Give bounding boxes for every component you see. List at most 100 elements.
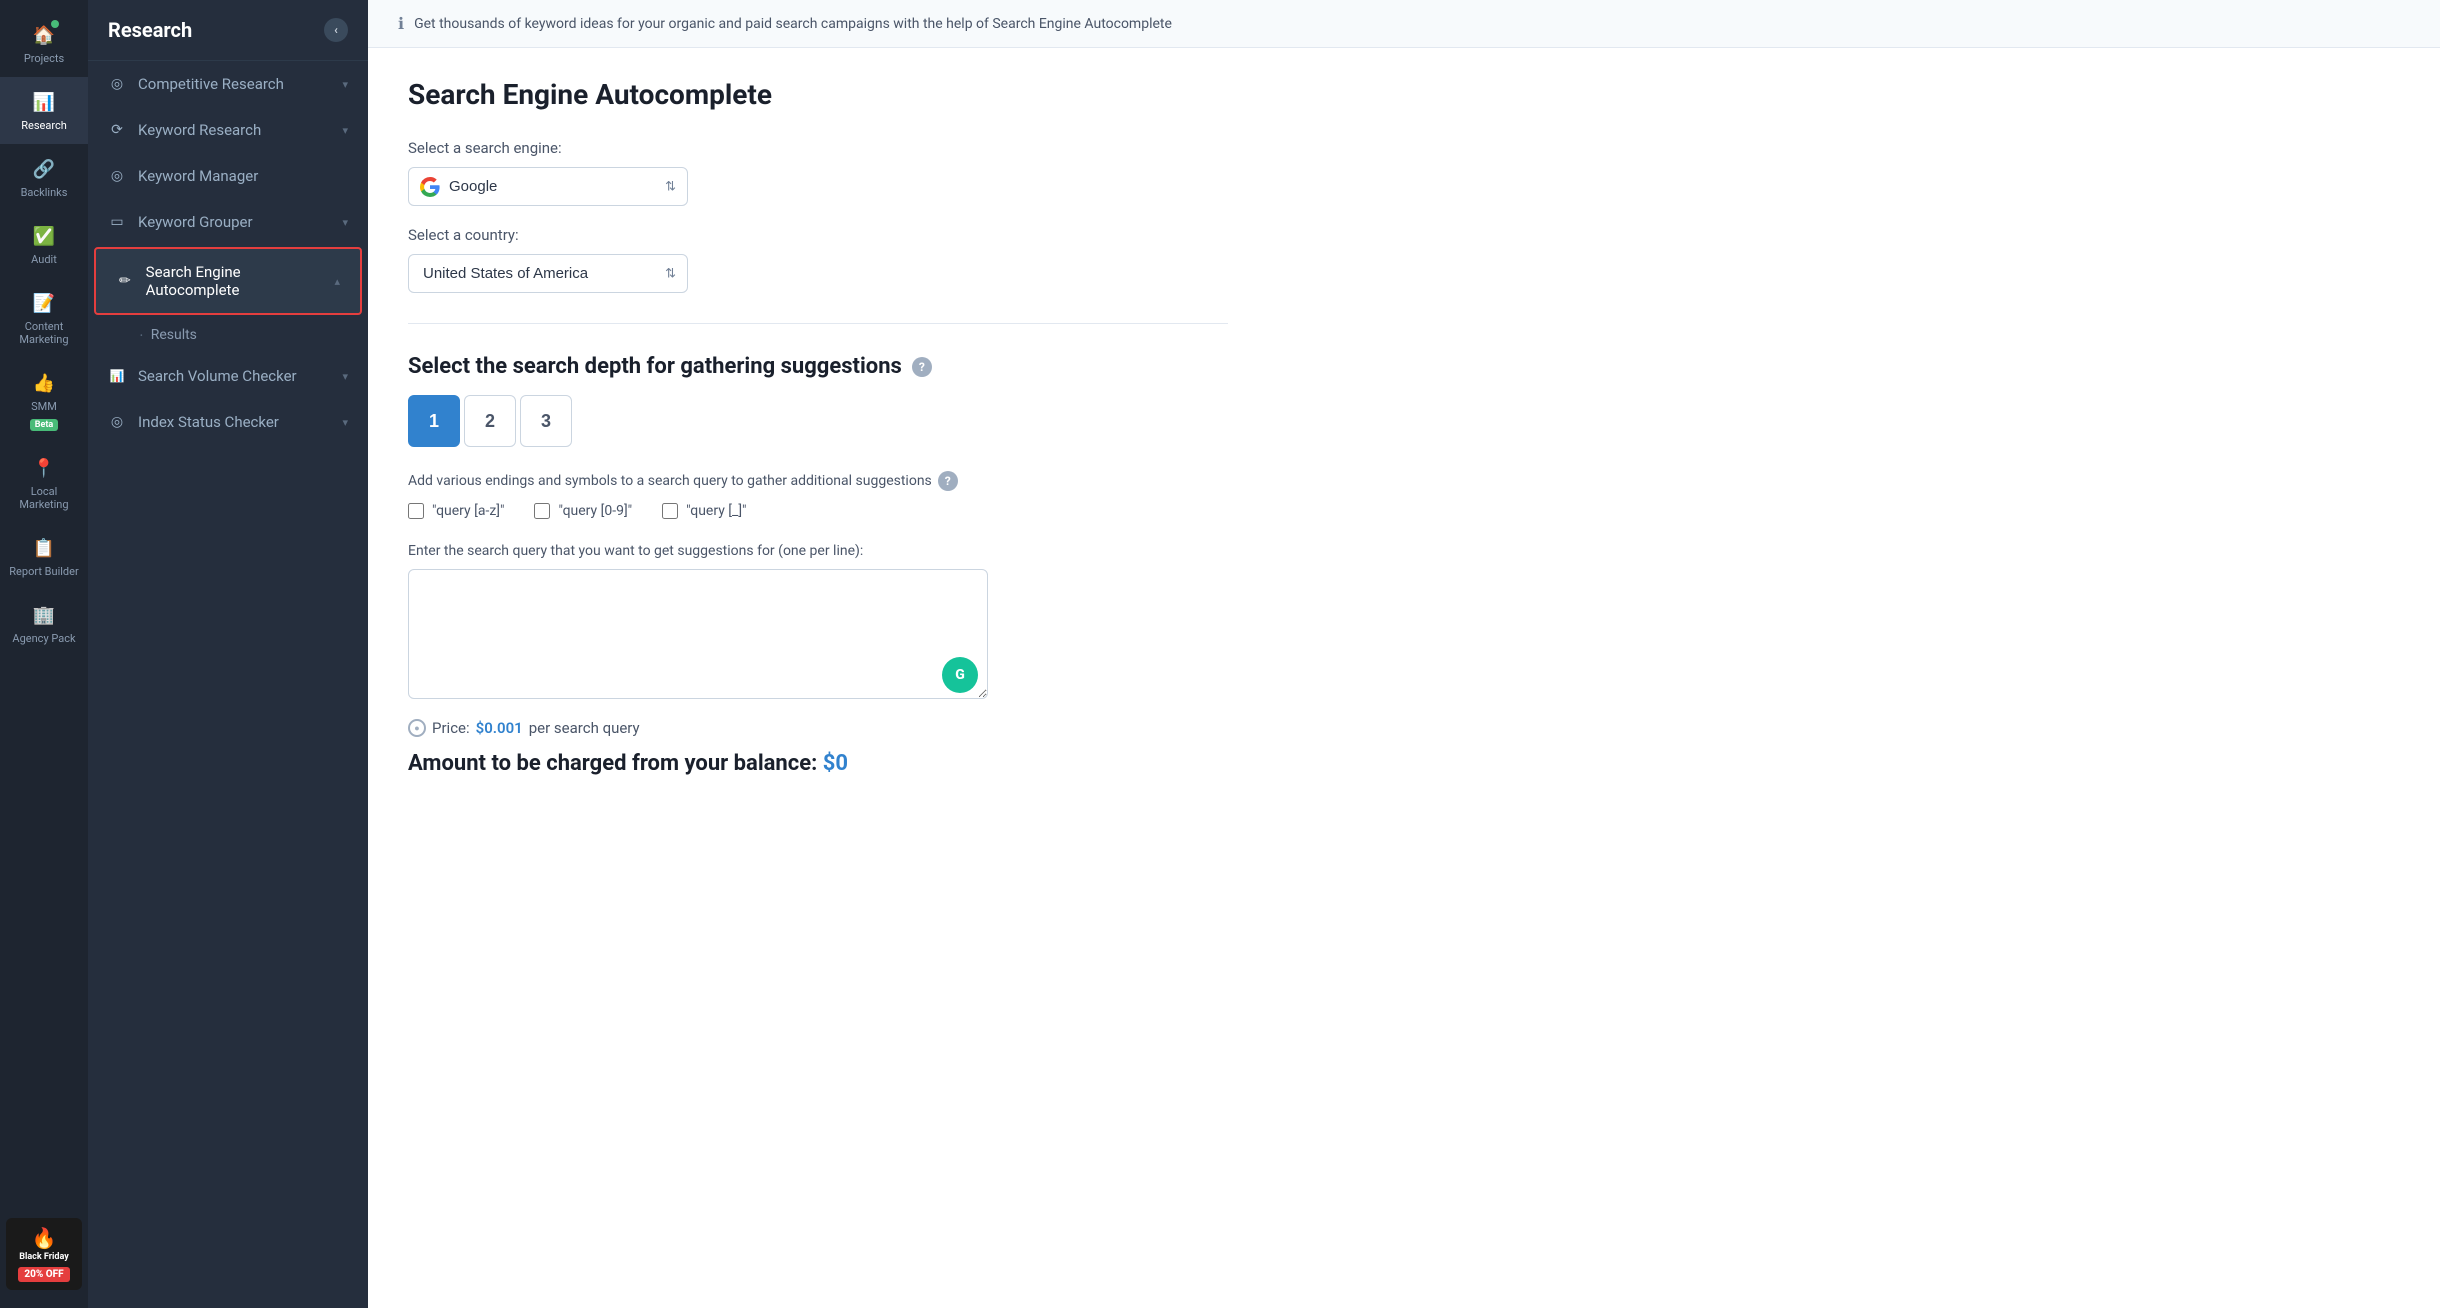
grammarly-icon[interactable]: G — [942, 657, 978, 693]
chevron-down-icon: ▾ — [342, 124, 348, 137]
sidebar-item-keyword-manager-label: Keyword Manager — [138, 167, 258, 185]
sidebar-item-search-engine[interactable]: ✏ Search Engine Autocomplete ▴ — [94, 247, 362, 315]
sidebar-item-content[interactable]: 📝 Content Marketing — [0, 278, 88, 358]
query-textarea[interactable] — [408, 569, 988, 699]
pencil-icon: ✏ — [116, 273, 134, 289]
query-textarea-wrapper: G — [408, 569, 988, 703]
sidebar-item-index-status[interactable]: ◎ Index Status Checker ▾ — [88, 399, 368, 445]
sidebar-item-search-engine-label: Search Engine Autocomplete — [146, 263, 335, 299]
sidebar-item-keyword-manager[interactable]: ◎ Keyword Manager — [88, 153, 368, 199]
sidebar-item-keyword[interactable]: ⟳ Keyword Research ▾ — [88, 107, 368, 153]
sidebar-item-agency-label: Agency Pack — [12, 632, 75, 645]
checkbox-az-input[interactable] — [408, 503, 424, 519]
sidebar-title: Research — [108, 18, 192, 42]
country-group: Select a country: United States of Ameri… — [408, 226, 1228, 293]
sidebar-item-agency[interactable]: 🏢 Agency Pack — [0, 590, 88, 657]
results-label: Results — [151, 327, 197, 343]
chart-icon: 📊 — [108, 369, 126, 383]
suggestions-help-icon[interactable]: ? — [938, 471, 958, 491]
depth-title-text: Select the search depth for gathering su… — [408, 354, 902, 379]
query-label: Enter the search query that you want to … — [408, 543, 1228, 559]
depth-title: Select the search depth for gathering su… — [408, 354, 1228, 379]
checkbox-blank-input[interactable] — [662, 503, 678, 519]
main-sidebar: Research ‹ ◎ Competitive Research ▾ ⟳ Ke… — [88, 0, 368, 1308]
sidebar-item-projects[interactable]: 🏠 Projects — [0, 10, 88, 77]
sidebar-item-report[interactable]: 📋 Report Builder — [0, 523, 88, 590]
search-engine-select[interactable]: Google Bing Yahoo — [408, 167, 688, 206]
sidebar-item-smm-label: SMM — [31, 400, 57, 413]
sidebar-item-audit[interactable]: ✅ Audit — [0, 211, 88, 278]
index-icon: ◎ — [108, 414, 126, 430]
checkbox-group: "query [a-z]" "query [0-9]" "query [_]" — [408, 503, 1228, 519]
search-engine-select-wrapper: Google Bing Yahoo — [408, 167, 688, 206]
search-engine-label: Select a search engine: — [408, 139, 1228, 157]
keyword-icon: ⟳ — [108, 122, 126, 138]
page-title: Search Engine Autocomplete — [408, 78, 1228, 111]
content-icon: 📝 — [33, 293, 55, 314]
sidebar-sub-item-results[interactable]: Results — [88, 317, 368, 353]
depth-section: Select the search depth for gathering su… — [408, 354, 1228, 447]
depth-button-1[interactable]: 1 — [408, 395, 460, 447]
amount-row: Amount to be charged from your balance: … — [408, 751, 1228, 776]
country-select-wrapper: United States of America United Kingdom … — [408, 254, 688, 293]
black-friday-text: Black Friday — [14, 1252, 74, 1262]
depth-button-3[interactable]: 3 — [520, 395, 572, 447]
price-value: $0.001 — [476, 719, 523, 737]
sidebar-item-backlinks[interactable]: 🔗 Backlinks — [0, 144, 88, 211]
sidebar-item-smm[interactable]: 👍 SMM Beta — [0, 358, 88, 443]
discount-badge: 20% OFF — [18, 1267, 69, 1282]
checkbox-az-label: "query [a-z]" — [432, 503, 504, 519]
sidebar-item-keyword-grouper-label: Keyword Grouper — [138, 213, 253, 231]
keyword-grouper-icon: ▭ — [108, 214, 126, 230]
report-icon: 📋 — [33, 538, 55, 559]
sidebar-header: Research ‹ — [88, 0, 368, 61]
chevron-down-icon: ▾ — [342, 78, 348, 91]
sidebar-item-research-label: Research — [21, 119, 67, 132]
beta-badge: Beta — [30, 419, 58, 431]
sidebar-item-content-label: Content Marketing — [5, 320, 83, 346]
price-suffix: per search query — [529, 719, 640, 737]
country-label: Select a country: — [408, 226, 1228, 244]
amount-label: Amount to be charged from your balance: — [408, 751, 817, 776]
chevron-down-icon: ▾ — [342, 370, 348, 383]
sidebar-item-keyword-grouper[interactable]: ▭ Keyword Grouper ▾ — [88, 199, 368, 245]
backlinks-icon: 🔗 — [33, 159, 55, 180]
sidebar-item-competitive-label: Competitive Research — [138, 75, 284, 93]
checkbox-blank[interactable]: "query [_]" — [662, 503, 746, 519]
amount-value: $0 — [823, 751, 848, 776]
info-bar: ℹ Get thousands of keyword ideas for you… — [368, 0, 2440, 48]
checkbox-az[interactable]: "query [a-z]" — [408, 503, 504, 519]
research-icon: 📊 — [33, 92, 55, 113]
sidebar-item-search-volume[interactable]: 📊 Search Volume Checker ▾ — [88, 353, 368, 399]
smm-icon: 👍 — [33, 373, 55, 394]
sidebar-item-competitive[interactable]: ◎ Competitive Research ▾ — [88, 61, 368, 107]
checkbox-09[interactable]: "query [0-9]" — [534, 503, 632, 519]
collapse-button[interactable]: ‹ — [324, 18, 348, 42]
black-friday-banner[interactable]: 🔥 Black Friday 20% OFF — [6, 1218, 82, 1290]
sidebar-item-audit-label: Audit — [31, 253, 57, 266]
sidebar-item-research[interactable]: 📊 Research — [0, 77, 88, 144]
divider — [408, 323, 1228, 324]
search-engine-group: Select a search engine: Google Bing Yaho… — [408, 139, 1228, 206]
sidebar-item-keyword-label: Keyword Research — [138, 121, 261, 139]
keyword-manager-icon: ◎ — [108, 168, 126, 184]
price-prefix: Price: — [432, 719, 470, 737]
checkbox-09-input[interactable] — [534, 503, 550, 519]
info-bar-text: Get thousands of keyword ideas for your … — [414, 16, 1172, 32]
local-icon: 📍 — [33, 458, 55, 479]
sidebar-item-index-status-label: Index Status Checker — [138, 413, 279, 431]
suggestions-label: Add various endings and symbols to a sea… — [408, 471, 1228, 491]
depth-help-icon[interactable]: ? — [912, 357, 932, 377]
sidebar-item-local-label: Local Marketing — [5, 485, 83, 511]
sidebar-item-backlinks-label: Backlinks — [21, 186, 68, 199]
sidebar-item-local[interactable]: 📍 Local Marketing — [0, 443, 88, 523]
depth-button-2[interactable]: 2 — [464, 395, 516, 447]
price-row: ● Price: $0.001 per search query — [408, 719, 1228, 737]
sidebar-item-report-label: Report Builder — [9, 565, 78, 578]
info-icon: ℹ — [398, 14, 404, 33]
chevron-up-icon: ▴ — [334, 275, 340, 288]
sidebar-item-search-volume-label: Search Volume Checker — [138, 367, 297, 385]
country-select[interactable]: United States of America United Kingdom … — [408, 254, 688, 293]
chevron-down-icon: ▾ — [342, 216, 348, 229]
audit-icon: ✅ — [33, 226, 55, 247]
